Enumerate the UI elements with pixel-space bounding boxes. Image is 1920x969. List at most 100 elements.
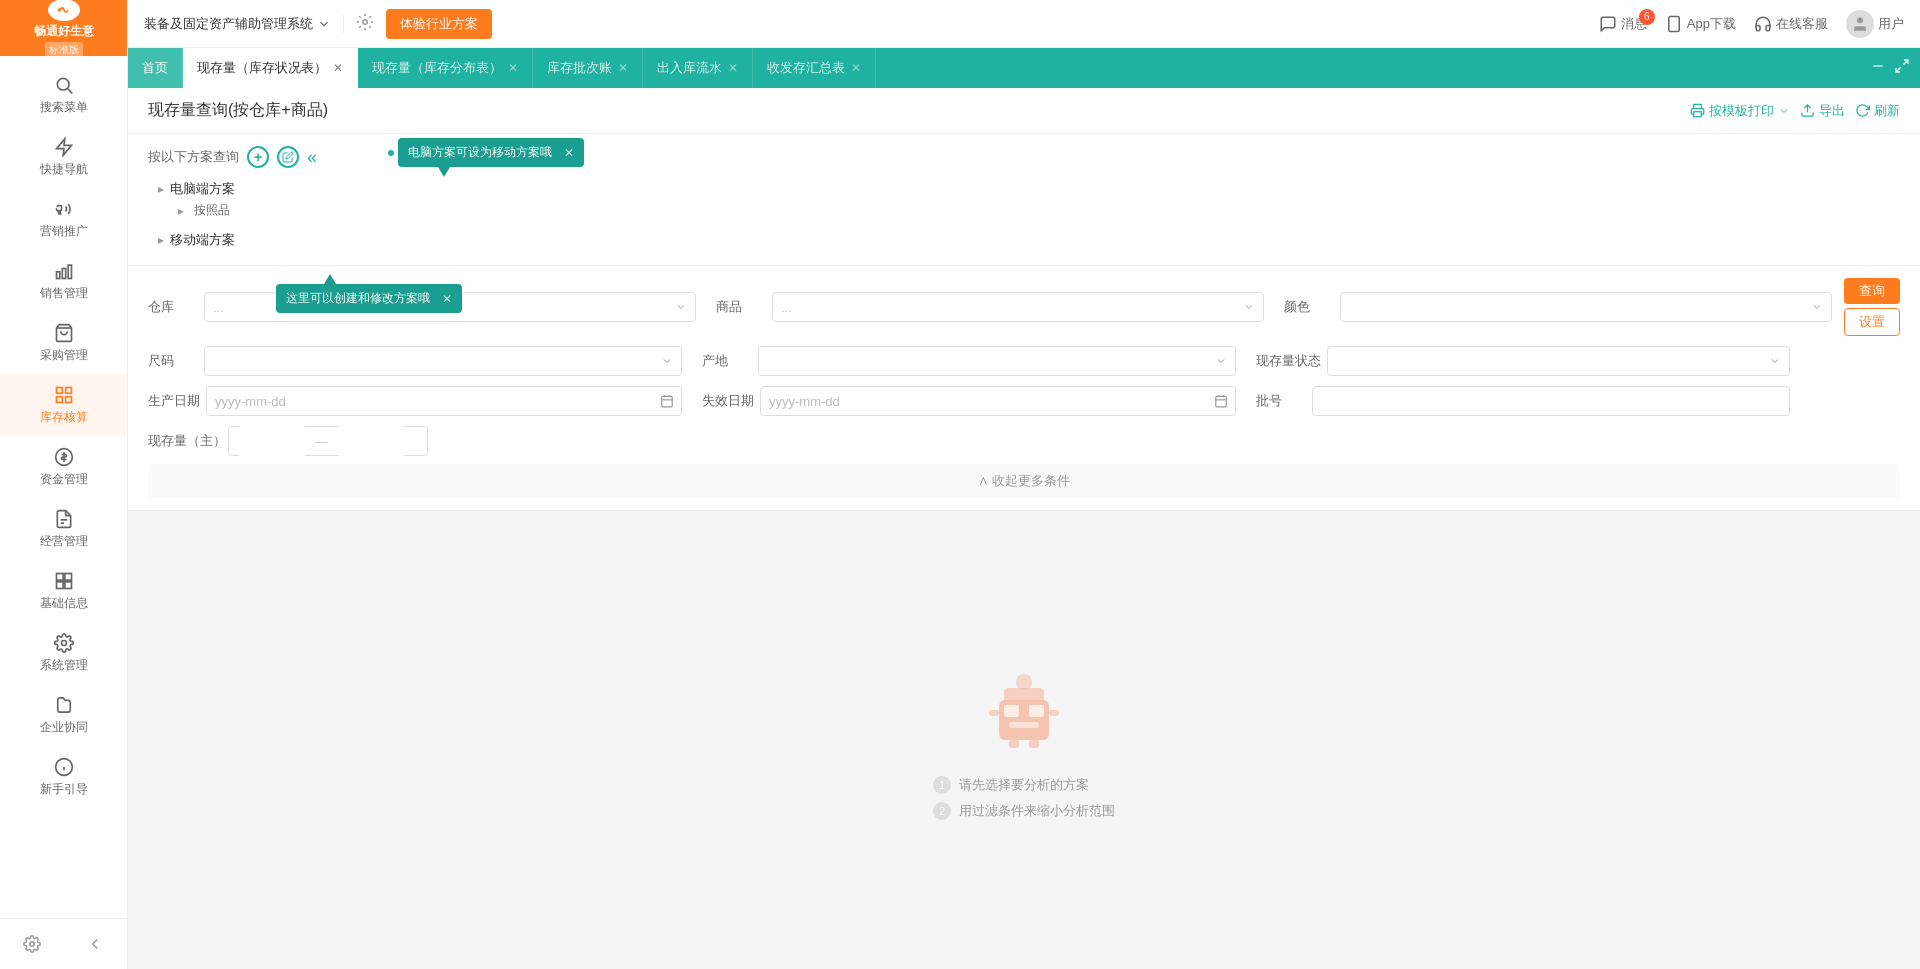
svg-rect-5 xyxy=(56,272,59,279)
sidebar-item-finance[interactable]: 资金管理 xyxy=(0,436,127,498)
tab-in-out-flow[interactable]: 出入库流水 ✕ xyxy=(643,48,753,88)
user-menu-btn[interactable]: 用户 xyxy=(1846,10,1904,38)
svg-rect-18 xyxy=(56,582,63,589)
size-select[interactable] xyxy=(204,346,682,376)
guide-icon xyxy=(53,756,75,778)
industry-btn[interactable]: 体验行业方案 xyxy=(386,9,492,39)
tab-minimize-btn[interactable] xyxy=(1870,58,1886,78)
empty-illustration xyxy=(974,660,1074,760)
tab-inventory-status-label: 现存量（库存状况表） xyxy=(197,59,327,77)
filter-row-4: 现存量（主） — xyxy=(148,426,1900,456)
print-btn[interactable]: 按模板打印 xyxy=(1690,102,1790,120)
sidebar-item-basic-info[interactable]: 基础信息 xyxy=(0,560,127,622)
origin-select[interactable] xyxy=(758,346,1236,376)
tab-inventory-dist-label: 现存量（库存分布表） xyxy=(372,59,502,77)
sidebar-item-system[interactable]: 系统管理 xyxy=(0,622,127,684)
search-btn[interactable]: 查询 xyxy=(1844,278,1900,304)
svg-rect-10 xyxy=(65,388,71,394)
content-actions: 按模板打印 导出 刷新 xyxy=(1690,102,1900,120)
handshake-icon xyxy=(53,694,75,716)
tab-inventory-status[interactable]: 现存量（库存状况表） ✕ xyxy=(183,48,358,88)
tab-batch-account[interactable]: 库存批次账 ✕ xyxy=(533,48,643,88)
online-support-btn[interactable]: 在线客服 xyxy=(1754,15,1828,33)
inv-qty-max[interactable] xyxy=(336,426,406,456)
export-btn[interactable]: 导出 xyxy=(1800,102,1845,120)
system-selector[interactable]: 装备及固定资产辅助管理系统 xyxy=(144,15,331,33)
filter-col-goods: 商品 ... xyxy=(716,292,1284,322)
svg-point-23 xyxy=(363,20,368,25)
scheme-mobile-arrow[interactable]: ▸ xyxy=(158,233,164,247)
sidebar-item-sales[interactable]: 销售管理 xyxy=(0,250,127,312)
tab-in-out-flow-close[interactable]: ✕ xyxy=(728,61,738,75)
sidebar-item-inventory[interactable]: 库存核算 xyxy=(0,374,127,436)
settings-button[interactable] xyxy=(17,929,47,959)
gear-settings-icon xyxy=(356,13,374,31)
exp-date-wrapper xyxy=(760,386,1236,416)
money-icon xyxy=(53,446,75,468)
app-download-btn[interactable]: App下载 xyxy=(1665,15,1736,33)
message-icon xyxy=(1599,15,1617,33)
svg-rect-48 xyxy=(1004,688,1044,702)
svg-rect-6 xyxy=(62,269,65,279)
sidebar-item-cooperation[interactable]: 企业协同 xyxy=(0,684,127,746)
child-name[interactable]: 按照品 xyxy=(194,202,230,219)
tooltip-desktop-close[interactable]: ✕ xyxy=(564,146,574,160)
inv-qty-min[interactable] xyxy=(237,426,307,456)
sidebar-item-operations[interactable]: 经营管理 xyxy=(0,498,127,560)
svg-rect-44 xyxy=(989,710,999,716)
tab-inventory-status-close[interactable]: ✕ xyxy=(333,61,343,75)
scheme-mobile: ▸ 移动端方案 xyxy=(158,231,1900,249)
topbar-left: 装备及固定资产辅助管理系统 体验行业方案 xyxy=(144,9,492,39)
tab-collect-send-label: 收发存汇总表 xyxy=(767,59,845,77)
filter-add-btn[interactable]: + xyxy=(247,146,269,168)
tooltip-scheme-close[interactable]: ✕ xyxy=(442,292,452,306)
scheme-mobile-name[interactable]: 移动端方案 xyxy=(170,231,235,249)
svg-rect-30 xyxy=(1694,112,1702,117)
collapse-button[interactable] xyxy=(80,929,110,959)
mfg-date-input[interactable] xyxy=(206,386,682,416)
tab-collect-send[interactable]: 收发存汇总表 ✕ xyxy=(753,48,876,88)
main-content: 装备及固定资产辅助管理系统 体验行业方案 消息 6 App下载 在线客服 xyxy=(128,0,1920,969)
svg-line-29 xyxy=(1896,67,1901,72)
refresh-btn[interactable]: 刷新 xyxy=(1855,102,1900,120)
filter-col-size: 尺码 xyxy=(148,346,702,376)
tab-collect-send-close[interactable]: ✕ xyxy=(851,61,861,75)
scheme-desktop-name[interactable]: 电脑端方案 xyxy=(170,180,235,198)
scheme-desktop-arrow[interactable]: ▸ xyxy=(158,182,164,196)
inv-qty-range[interactable]: — xyxy=(228,426,428,456)
svg-rect-47 xyxy=(1029,740,1039,748)
user-icon xyxy=(1851,15,1869,33)
svg-rect-24 xyxy=(1669,16,1680,31)
tab-in-out-flow-label: 出入库流水 xyxy=(657,59,722,77)
tab-home[interactable]: 首页 xyxy=(128,48,183,88)
exp-date-input[interactable] xyxy=(760,386,1236,416)
svg-point-2 xyxy=(57,78,69,90)
collapse-conditions-btn[interactable]: ∧ 收起更多条件 xyxy=(148,464,1900,498)
doc-icon xyxy=(53,508,75,530)
batch-input[interactable] xyxy=(1312,386,1790,416)
hint-text-2: 用过滤条件来缩小分析范围 xyxy=(959,802,1115,820)
inv-status-select[interactable] xyxy=(1327,346,1790,376)
tab-batch-account-close[interactable]: ✕ xyxy=(618,61,628,75)
sidebar-item-newbie[interactable]: 新手引导 xyxy=(0,746,127,808)
color-select[interactable] xyxy=(1340,292,1832,322)
sidebar-item-purchase[interactable]: 采购管理 xyxy=(0,312,127,374)
svg-point-22 xyxy=(30,942,35,947)
goods-dropdown-icon xyxy=(1243,301,1255,313)
message-btn[interactable]: 消息 6 xyxy=(1599,15,1647,33)
sidebar-item-search-menu[interactable]: 搜索菜单 xyxy=(0,64,127,126)
filter-back-btn[interactable]: « xyxy=(307,147,317,168)
filter-edit-btn[interactable] xyxy=(277,146,299,168)
online-support-label: 在线客服 xyxy=(1776,15,1828,33)
sidebar-item-marketing[interactable]: 营销推广 xyxy=(0,188,127,250)
tab-inventory-dist-close[interactable]: ✕ xyxy=(508,61,518,75)
goods-select[interactable]: ... xyxy=(772,292,1264,322)
filter-col-batch: 批号 xyxy=(1256,386,1790,416)
settings-icon-btn[interactable] xyxy=(356,13,374,34)
content-header: 现存量查询(按仓库+商品) 按模板打印 导出 刷新 xyxy=(128,88,1920,134)
sidebar-item-quick-nav[interactable]: 快捷导航 xyxy=(0,126,127,188)
settings-filter-btn[interactable]: 设置 xyxy=(1844,308,1900,336)
grid-icon xyxy=(53,570,75,592)
tab-fullscreen-btn[interactable] xyxy=(1894,58,1910,78)
tab-inventory-dist[interactable]: 现存量（库存分布表） ✕ xyxy=(358,48,533,88)
